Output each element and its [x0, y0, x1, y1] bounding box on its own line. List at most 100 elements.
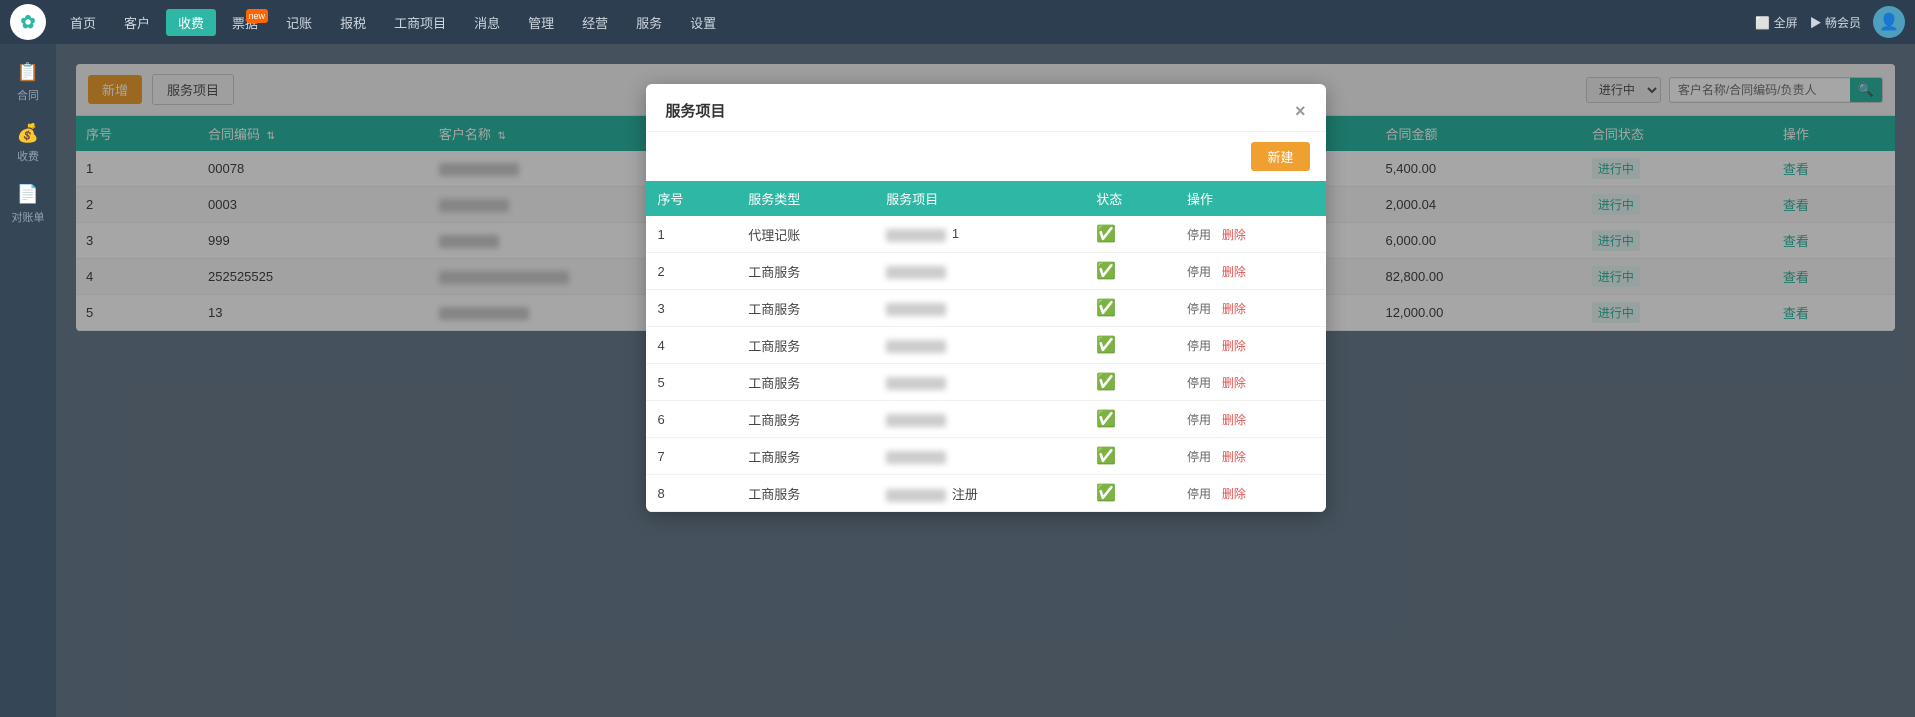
delete-link[interactable]: 删除 [1222, 265, 1246, 279]
nav-item-settings[interactable]: 设置 [678, 9, 728, 36]
modal-cell-item [874, 364, 1084, 401]
delete-link[interactable]: 删除 [1222, 228, 1246, 242]
modal-cell-type: 工商服务 [736, 438, 874, 475]
main-content: 新增 服务项目 进行中 已结束 全部 🔍 [56, 44, 1915, 717]
nav-item-business[interactable]: 工商项目 [382, 9, 458, 36]
modal-cell-type: 工商服务 [736, 253, 874, 290]
status-check-icon: ✅ [1096, 411, 1116, 428]
modal-table-row: 5 工商服务 ✅ 停用 删除 [646, 364, 1326, 401]
nav-items: 首页 客户 收费 票据 new 记账 报税 工商项目 消息 管理 经营 服务 设… [58, 9, 1755, 36]
modal-cell-index: 3 [646, 290, 737, 327]
delete-link[interactable]: 删除 [1222, 413, 1246, 427]
modal-cell-index: 1 [646, 216, 737, 253]
nav-item-tax[interactable]: 报税 [328, 9, 378, 36]
modal-table-row: 4 工商服务 ✅ 停用 删除 [646, 327, 1326, 364]
status-check-icon: ✅ [1096, 337, 1116, 354]
sidebar-item-label-charge: 收费 [17, 148, 39, 164]
modal-cell-action: 停用 删除 [1175, 253, 1325, 290]
modal-th-index: 序号 [646, 181, 737, 216]
modal-close-button[interactable]: × [1295, 102, 1306, 120]
modal-cell-status: ✅ [1084, 290, 1175, 327]
disable-link[interactable]: 停用 [1187, 413, 1211, 427]
reconcile-icon: 📄 [17, 184, 39, 205]
sidebar: 📋 合同 💰 收费 📄 对账单 [0, 44, 56, 717]
delete-link[interactable]: 删除 [1222, 450, 1246, 464]
delete-link[interactable]: 删除 [1222, 339, 1246, 353]
modal-cell-index: 2 [646, 253, 737, 290]
modal-new-button[interactable]: 新建 [1251, 142, 1309, 171]
modal-header: 服务项目 × [646, 84, 1326, 132]
disable-link[interactable]: 停用 [1187, 302, 1211, 316]
modal-cell-item [874, 401, 1084, 438]
nav-item-invoice[interactable]: 票据 new [220, 9, 270, 36]
nav-item-charge[interactable]: 收费 [166, 9, 216, 36]
modal-cell-item [874, 253, 1084, 290]
sidebar-item-label-contract: 合同 [17, 87, 39, 103]
app-logo[interactable]: ✿ [10, 4, 46, 40]
disable-link[interactable]: 停用 [1187, 376, 1211, 390]
nav-item-message[interactable]: 消息 [462, 9, 512, 36]
modal-cell-status: ✅ [1084, 438, 1175, 475]
modal-header-row: 序号 服务类型 服务项目 状态 操作 [646, 181, 1326, 216]
modal-cell-status: ✅ [1084, 327, 1175, 364]
modal-th-action: 操作 [1175, 181, 1325, 216]
disable-link[interactable]: 停用 [1187, 450, 1211, 464]
delete-link[interactable]: 删除 [1222, 487, 1246, 501]
status-check-icon: ✅ [1096, 374, 1116, 391]
member-btn[interactable]: ▶ 畅会员 [1810, 14, 1861, 31]
status-check-icon: ✅ [1096, 263, 1116, 280]
modal-th-status: 状态 [1084, 181, 1175, 216]
modal-cell-status: ✅ [1084, 216, 1175, 253]
modal-table: 序号 服务类型 服务项目 状态 操作 1 代理记账 [646, 181, 1326, 512]
modal-cell-action: 停用 删除 [1175, 290, 1325, 327]
modal-cell-type: 工商服务 [736, 327, 874, 364]
modal-cell-status: ✅ [1084, 364, 1175, 401]
disable-link[interactable]: 停用 [1187, 228, 1211, 242]
modal-overlay: 服务项目 × 新建 序号 服务类型 服务项目 状态 [56, 44, 1915, 717]
nav-item-operation[interactable]: 经营 [570, 9, 620, 36]
modal-cell-status: ✅ [1084, 253, 1175, 290]
modal-table-row: 7 工商服务 ✅ 停用 删除 [646, 438, 1326, 475]
modal-cell-type: 工商服务 [736, 401, 874, 438]
sidebar-item-charge[interactable]: 💰 收费 [3, 115, 53, 172]
modal-cell-type: 工商服务 [736, 290, 874, 327]
nav-item-manage[interactable]: 管理 [516, 9, 566, 36]
modal-table-row: 6 工商服务 ✅ 停用 删除 [646, 401, 1326, 438]
modal-cell-action: 停用 删除 [1175, 438, 1325, 475]
sidebar-item-reconcile[interactable]: 📄 对账单 [3, 176, 53, 233]
disable-link[interactable]: 停用 [1187, 487, 1211, 501]
modal-cell-item [874, 327, 1084, 364]
nav-item-customer[interactable]: 客户 [112, 9, 162, 36]
charge-icon: 💰 [17, 123, 39, 144]
fullscreen-btn[interactable]: ⬜ 全屏 [1755, 14, 1797, 31]
status-check-icon: ✅ [1096, 300, 1116, 317]
user-avatar[interactable]: 👤 [1873, 6, 1905, 38]
delete-link[interactable]: 删除 [1222, 302, 1246, 316]
modal-table-row: 1 代理记账 1 ✅ 停用 删除 [646, 216, 1326, 253]
modal-table-row: 2 工商服务 ✅ 停用 删除 [646, 253, 1326, 290]
disable-link[interactable]: 停用 [1187, 339, 1211, 353]
modal-toolbar: 新建 [646, 132, 1326, 181]
modal-cell-status: ✅ [1084, 401, 1175, 438]
nav-item-home[interactable]: 首页 [58, 9, 108, 36]
nav-item-accounting[interactable]: 记账 [274, 9, 324, 36]
disable-link[interactable]: 停用 [1187, 265, 1211, 279]
delete-link[interactable]: 删除 [1222, 376, 1246, 390]
modal-cell-item: 1 [874, 216, 1084, 253]
modal-cell-action: 停用 删除 [1175, 401, 1325, 438]
modal-th-type: 服务类型 [736, 181, 874, 216]
modal-cell-item: 注册 [874, 475, 1084, 512]
sidebar-item-contract[interactable]: 📋 合同 [3, 54, 53, 111]
modal-cell-index: 4 [646, 327, 737, 364]
status-check-icon: ✅ [1096, 485, 1116, 502]
modal-cell-item [874, 438, 1084, 475]
modal-cell-type: 工商服务 [736, 364, 874, 401]
modal-title: 服务项目 [666, 100, 726, 121]
modal-cell-action: 停用 删除 [1175, 364, 1325, 401]
modal-cell-type: 工商服务 [736, 475, 874, 512]
modal-cell-status: ✅ [1084, 475, 1175, 512]
nav-item-service[interactable]: 服务 [624, 9, 674, 36]
modal-cell-action: 停用 删除 [1175, 475, 1325, 512]
nav-right: ⬜ 全屏 ▶ 畅会员 👤 [1755, 6, 1905, 38]
modal-cell-index: 6 [646, 401, 737, 438]
